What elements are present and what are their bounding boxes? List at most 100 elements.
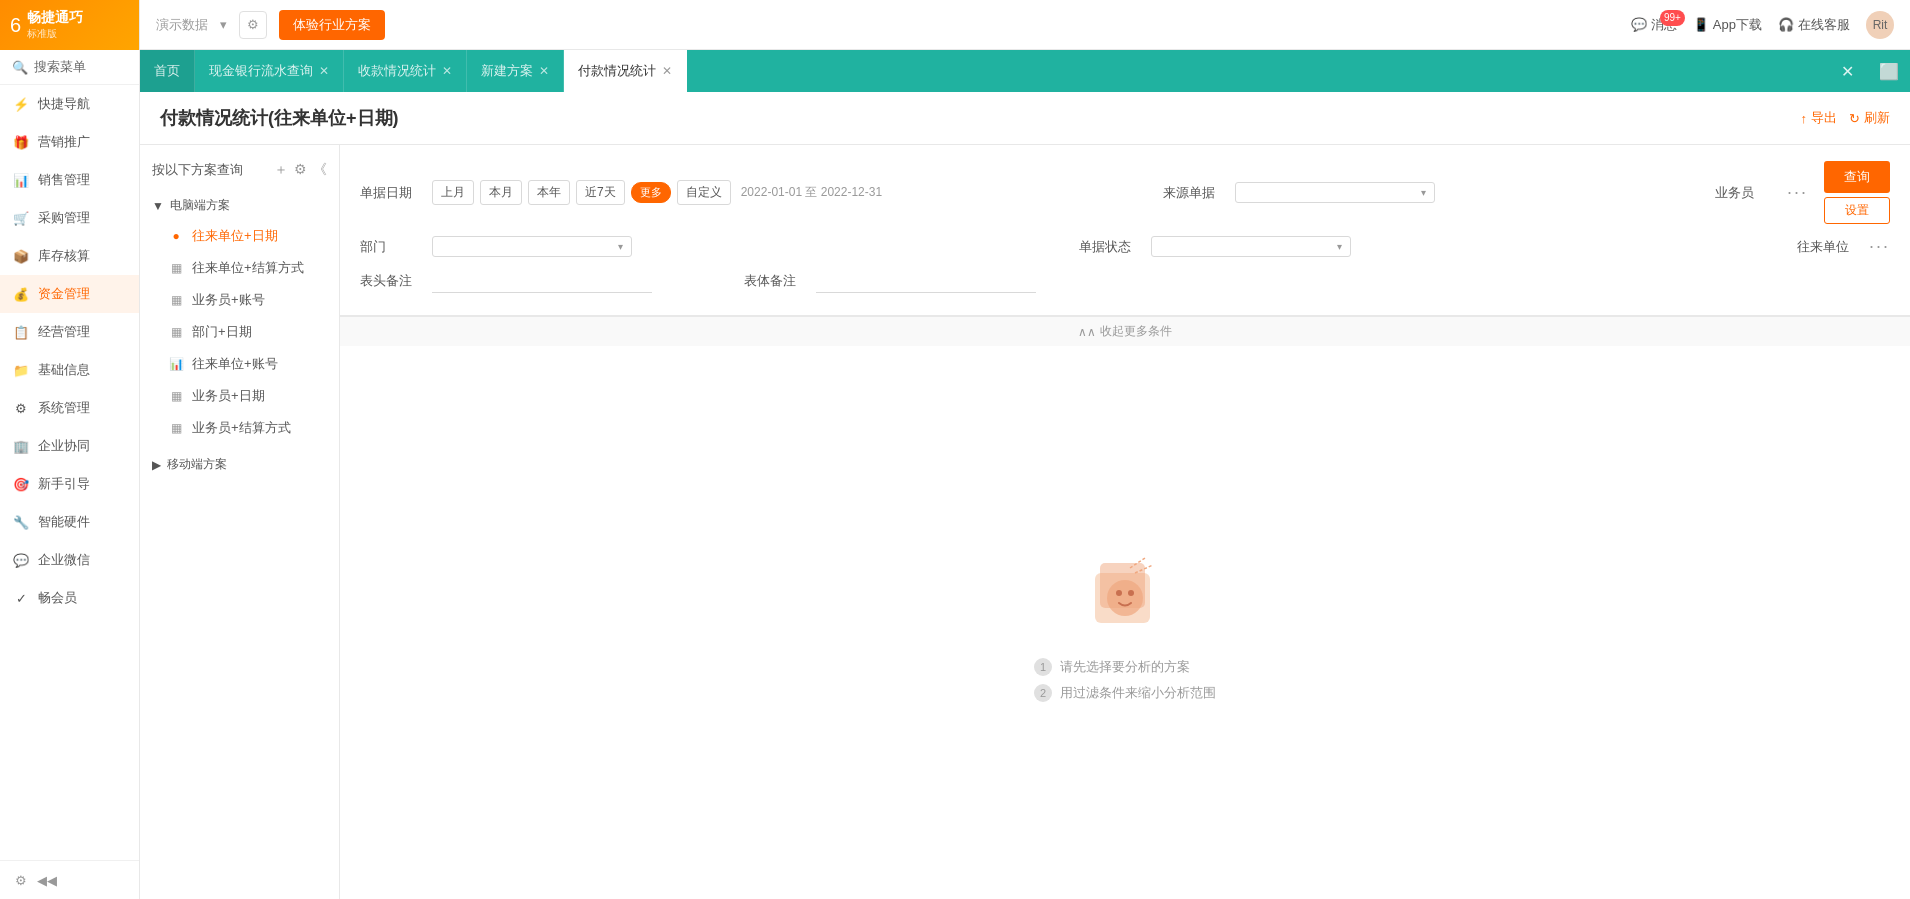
close-tab-btn[interactable]: ✕ (1826, 50, 1868, 92)
tab-new-scheme[interactable]: 新建方案 ✕ (467, 50, 564, 92)
sidebar-item-basic-info[interactable]: 📁 基础信息 (0, 351, 139, 389)
guide-icon: 🎯 (12, 475, 30, 493)
settings-bottom-icon[interactable]: ⚙ (12, 871, 30, 889)
company-chevron-icon[interactable]: ▾ (220, 17, 227, 32)
settings-scheme-icon[interactable]: ⚙ (294, 161, 307, 179)
date-btn-this-year[interactable]: 本年 (528, 180, 570, 205)
tab-cash-bank-close[interactable]: ✕ (319, 64, 329, 78)
scheme-item-staff-account[interactable]: ▦ 业务员+账号 (140, 284, 339, 316)
filter-row-2: 部门 ▾ 单据状态 ▾ (360, 236, 1890, 257)
sidebar-item-management[interactable]: 📋 经营管理 (0, 313, 139, 351)
app-download-btn[interactable]: 📱 App下载 (1693, 16, 1762, 34)
filter-area: 单据日期 上月 本月 本年 近7天 更多 自定义 2022-01-01 至 20… (340, 145, 1910, 316)
date-btn-custom[interactable]: 自定义 (677, 180, 731, 205)
tab-payment-close[interactable]: ✕ (662, 64, 672, 78)
date-btn-last-month[interactable]: 上月 (432, 180, 474, 205)
dept-select[interactable]: ▾ (432, 236, 632, 257)
tab-new-scheme-close[interactable]: ✕ (539, 64, 549, 78)
search-icon: 🔍 (12, 60, 28, 75)
mobile-group-arrow: ▶ (152, 458, 161, 472)
tab-receipt-stats[interactable]: 收款情况统计 ✕ (344, 50, 467, 92)
scheme-item-unit-account[interactable]: 📊 往来单位+账号 (140, 348, 339, 380)
sidebar-item-marketing[interactable]: 🎁 营销推广 (0, 123, 139, 161)
sidebar-item-sales[interactable]: 📊 销售管理 (0, 161, 139, 199)
message-btn[interactable]: 💬 消息 99+ (1631, 16, 1677, 34)
online-service-btn[interactable]: 🎧 在线客服 (1778, 16, 1850, 34)
export-button[interactable]: ↑ 导出 (1801, 109, 1838, 127)
desktop-scheme-group: ▼ 电脑端方案 ● 往来单位+日期 ▦ 往来单位+结算方式 ▦ 业务员+账号 (140, 191, 339, 444)
sidebar-item-member[interactable]: ✓ 畅会员 (0, 579, 139, 617)
date-btn-7days[interactable]: 近7天 (576, 180, 625, 205)
tab-receipt-close[interactable]: ✕ (442, 64, 452, 78)
query-button[interactable]: 查询 (1824, 161, 1890, 193)
sidebar-item-label: 企业协同 (38, 437, 90, 455)
set-button[interactable]: 设置 (1824, 197, 1890, 224)
source-select-arrow: ▾ (1421, 187, 1426, 198)
restore-tab-btn[interactable]: ⬜ (1868, 50, 1910, 92)
sidebar-search[interactable]: 🔍 搜索菜单 (0, 50, 139, 85)
tab-home-label: 首页 (154, 62, 180, 80)
sidebar-item-capital[interactable]: 💰 资金管理 (0, 275, 139, 313)
export-label: 导出 (1811, 109, 1837, 127)
voucher-status-label: 单据状态 (1079, 238, 1135, 256)
refresh-button[interactable]: ↻ 刷新 (1849, 109, 1890, 127)
trial-button[interactable]: 体验行业方案 (279, 10, 385, 40)
sidebar-item-label: 销售管理 (38, 171, 90, 189)
sidebar-item-label: 智能硬件 (38, 513, 90, 531)
wechat-icon: 💬 (12, 551, 30, 569)
sidebar-item-wechat[interactable]: 💬 企业微信 (0, 541, 139, 579)
source-select[interactable]: ▾ (1235, 182, 1435, 203)
sidebar-item-label: 新手引导 (38, 475, 90, 493)
mobile-group-title[interactable]: ▶ 移动端方案 (140, 450, 339, 479)
table-body-note-input[interactable] (816, 269, 1036, 293)
collapse-more-button[interactable]: ∧∧ 收起更多条件 (1078, 323, 1172, 340)
add-scheme-icon[interactable]: ＋ (274, 161, 288, 179)
scheme-unit-account-icon: 📊 (168, 356, 184, 372)
voucher-status-select-arrow: ▾ (1337, 241, 1342, 252)
sidebar-item-purchase[interactable]: 🛒 采购管理 (0, 199, 139, 237)
date-filter-label: 单据日期 (360, 184, 416, 202)
topbar-settings-btn[interactable]: ⚙ (239, 11, 267, 39)
tab-payment-stats[interactable]: 付款情况统计 ✕ (564, 50, 687, 92)
scheme-item-unit-settle[interactable]: ▦ 往来单位+结算方式 (140, 252, 339, 284)
management-icon: 📋 (12, 323, 30, 341)
tab-cash-bank[interactable]: 现金银行流水查询 ✕ (195, 50, 344, 92)
sidebar-item-guide[interactable]: 🎯 新手引导 (0, 465, 139, 503)
scheme-dept-date-label: 部门+日期 (192, 323, 252, 341)
basic-info-icon: 📁 (12, 361, 30, 379)
table-header-note-input[interactable] (432, 269, 652, 293)
source-label: 来源单据 (1163, 184, 1219, 202)
sidebar-item-label: 快捷导航 (38, 95, 90, 113)
left-panel-title: 按以下方案查询 (152, 161, 268, 179)
scheme-unit-date-icon: ● (168, 228, 184, 244)
desktop-group-arrow: ▼ (152, 199, 164, 213)
scheme-item-staff-settle[interactable]: ▦ 业务员+结算方式 (140, 412, 339, 444)
dept-select-arrow: ▾ (618, 241, 623, 252)
enterprise-icon: 🏢 (12, 437, 30, 455)
tab-home[interactable]: 首页 (140, 50, 195, 92)
date-btn-more[interactable]: 更多 (631, 182, 671, 203)
filter-row-1: 单据日期 上月 本月 本年 近7天 更多 自定义 2022-01-01 至 20… (360, 161, 1890, 224)
voucher-status-select[interactable]: ▾ (1151, 236, 1351, 257)
sidebar-item-quick-nav[interactable]: ⚡ 快捷导航 (0, 85, 139, 123)
sidebar-item-hardware[interactable]: 🔧 智能硬件 (0, 503, 139, 541)
scheme-staff-date-icon: ▦ (168, 388, 184, 404)
scheme-item-staff-date[interactable]: ▦ 业务员+日期 (140, 380, 339, 412)
staff-dots[interactable]: ··· (1787, 182, 1808, 203)
sidebar-item-enterprise[interactable]: 🏢 企业协同 (0, 427, 139, 465)
table-header-note-label: 表头备注 (360, 272, 416, 290)
scheme-staff-settle-label: 业务员+结算方式 (192, 419, 291, 437)
sidebar-item-inventory[interactable]: 📦 库存核算 (0, 237, 139, 275)
collapse-panel-icon[interactable]: 《 (313, 161, 327, 179)
desktop-group-title[interactable]: ▼ 电脑端方案 (140, 191, 339, 220)
scheme-item-unit-date[interactable]: ● 往来单位+日期 (140, 220, 339, 252)
tip-text-2: 用过滤条件来缩小分析范围 (1060, 684, 1216, 702)
user-avatar[interactable]: Rit (1866, 11, 1894, 39)
svg-point-3 (1116, 590, 1122, 596)
scheme-item-dept-date[interactable]: ▦ 部门+日期 (140, 316, 339, 348)
collapse-sidebar-icon[interactable]: ◀◀ (38, 871, 56, 889)
sidebar-item-system[interactable]: ⚙ 系统管理 (0, 389, 139, 427)
scheme-unit-settle-label: 往来单位+结算方式 (192, 259, 304, 277)
counterpart-dots[interactable]: ··· (1869, 236, 1890, 257)
date-btn-this-month[interactable]: 本月 (480, 180, 522, 205)
